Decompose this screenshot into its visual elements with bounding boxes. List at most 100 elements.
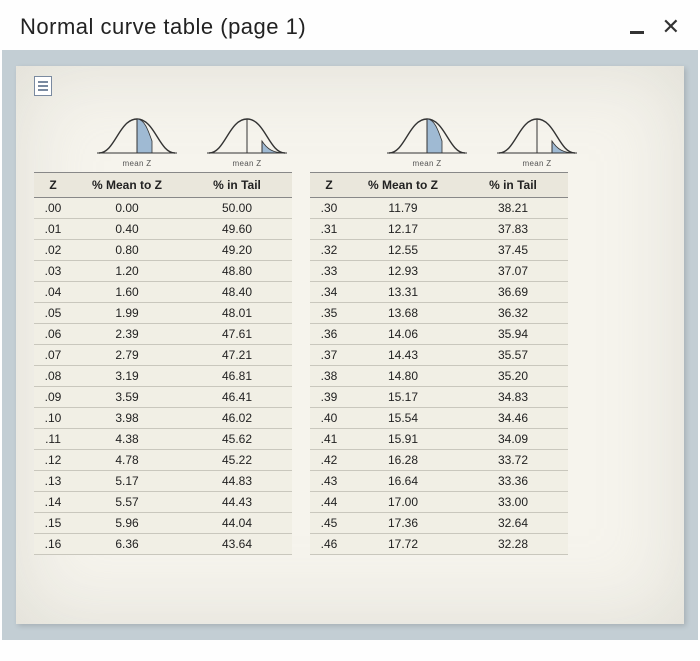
table-row: .3413.3136.69 xyxy=(310,282,568,303)
header-mean: % Mean to Z xyxy=(348,173,458,198)
cell-tail: 46.81 xyxy=(182,366,292,387)
cell-tail: 33.00 xyxy=(458,492,568,513)
window-title: Normal curve table (page 1) xyxy=(20,14,306,40)
table-row: .145.5744.43 xyxy=(34,492,292,513)
cell-mean: 17.36 xyxy=(348,513,458,534)
cell-tail: 34.83 xyxy=(458,387,568,408)
cell-mean: 1.99 xyxy=(72,303,182,324)
cell-z: .12 xyxy=(34,450,72,471)
cell-z: .37 xyxy=(310,345,348,366)
cell-z: .42 xyxy=(310,450,348,471)
cell-mean: 15.91 xyxy=(348,429,458,450)
cell-z: .02 xyxy=(34,240,72,261)
window-controls: ✕ xyxy=(630,14,680,40)
header-mean: % Mean to Z xyxy=(72,173,182,198)
cell-tail: 35.94 xyxy=(458,324,568,345)
cell-mean: 0.00 xyxy=(72,198,182,219)
cell-z: .32 xyxy=(310,240,348,261)
cell-tail: 37.07 xyxy=(458,261,568,282)
cell-tail: 36.32 xyxy=(458,303,568,324)
table-row: .4517.3632.64 xyxy=(310,513,568,534)
cell-mean: 2.79 xyxy=(72,345,182,366)
header-tail: % in Tail xyxy=(458,173,568,198)
table-row: .103.9846.02 xyxy=(34,408,292,429)
cell-mean: 12.93 xyxy=(348,261,458,282)
cell-z: .44 xyxy=(310,492,348,513)
cell-tail: 32.28 xyxy=(458,534,568,555)
cell-tail: 47.61 xyxy=(182,324,292,345)
cell-mean: 5.96 xyxy=(72,513,182,534)
cell-z: .13 xyxy=(34,471,72,492)
cell-mean: 4.78 xyxy=(72,450,182,471)
cell-z: .30 xyxy=(310,198,348,219)
cell-z: .07 xyxy=(34,345,72,366)
cell-mean: 4.38 xyxy=(72,429,182,450)
window: Normal curve table (page 1) ✕ m xyxy=(0,0,700,661)
cell-mean: 14.06 xyxy=(348,324,458,345)
cell-z: .40 xyxy=(310,408,348,429)
cell-mean: 2.39 xyxy=(72,324,182,345)
cell-z: .10 xyxy=(34,408,72,429)
table-row: .051.9948.01 xyxy=(34,303,292,324)
minimize-icon[interactable] xyxy=(630,14,644,40)
table-row: .041.6048.40 xyxy=(34,282,292,303)
curve-label: mean Z xyxy=(82,159,192,168)
table-row: .124.7845.22 xyxy=(34,450,292,471)
close-icon[interactable]: ✕ xyxy=(662,14,680,40)
cell-z: .05 xyxy=(34,303,72,324)
cell-mean: 11.79 xyxy=(348,198,458,219)
cell-tail: 44.43 xyxy=(182,492,292,513)
cell-mean: 13.68 xyxy=(348,303,458,324)
cell-mean: 14.43 xyxy=(348,345,458,366)
table-row: .135.1744.83 xyxy=(34,471,292,492)
page-icon-row xyxy=(34,76,666,104)
cell-z: .35 xyxy=(310,303,348,324)
cell-mean: 3.59 xyxy=(72,387,182,408)
cell-mean: 13.31 xyxy=(348,282,458,303)
table-row: .3212.5537.45 xyxy=(310,240,568,261)
cell-z: .38 xyxy=(310,366,348,387)
titlebar: Normal curve table (page 1) ✕ xyxy=(0,0,700,50)
cell-tail: 33.36 xyxy=(458,471,568,492)
cell-mean: 6.36 xyxy=(72,534,182,555)
table-row: .4015.5434.46 xyxy=(310,408,568,429)
cell-mean: 12.17 xyxy=(348,219,458,240)
cell-mean: 3.98 xyxy=(72,408,182,429)
table-row: .4417.0033.00 xyxy=(310,492,568,513)
curve-label: mean Z xyxy=(482,159,592,168)
table-header-row: Z % Mean to Z % in Tail xyxy=(310,173,568,198)
cell-tail: 34.46 xyxy=(458,408,568,429)
cell-z: .33 xyxy=(310,261,348,282)
cell-z: .36 xyxy=(310,324,348,345)
cell-mean: 5.57 xyxy=(72,492,182,513)
curve-in-tail-left: mean Z xyxy=(192,115,302,168)
cell-tail: 34.09 xyxy=(458,429,568,450)
cell-z: .15 xyxy=(34,513,72,534)
table-row: .093.5946.41 xyxy=(34,387,292,408)
table-header-row: Z % Mean to Z % in Tail xyxy=(34,173,292,198)
cell-mean: 15.17 xyxy=(348,387,458,408)
table-row: .000.0050.00 xyxy=(34,198,292,219)
cell-z: .11 xyxy=(34,429,72,450)
cell-z: .06 xyxy=(34,324,72,345)
cell-z: .16 xyxy=(34,534,72,555)
cell-tail: 36.69 xyxy=(458,282,568,303)
cell-mean: 15.54 xyxy=(348,408,458,429)
cell-tail: 50.00 xyxy=(182,198,292,219)
cell-z: .31 xyxy=(310,219,348,240)
cell-tail: 35.20 xyxy=(458,366,568,387)
cell-tail: 33.72 xyxy=(458,450,568,471)
cell-tail: 35.57 xyxy=(458,345,568,366)
table-row: .3714.4335.57 xyxy=(310,345,568,366)
table-row: .4115.9134.09 xyxy=(310,429,568,450)
cell-mean: 16.64 xyxy=(348,471,458,492)
cell-mean: 1.60 xyxy=(72,282,182,303)
cell-tail: 46.02 xyxy=(182,408,292,429)
cell-tail: 45.62 xyxy=(182,429,292,450)
table-row: .3011.7938.21 xyxy=(310,198,568,219)
curve-mean-to-z-left: mean Z xyxy=(82,115,192,168)
tables: Z % Mean to Z % in Tail .000.0050.00.010… xyxy=(34,172,666,555)
table-row: .3915.1734.83 xyxy=(310,387,568,408)
table-row: .062.3947.61 xyxy=(34,324,292,345)
cell-mean: 3.19 xyxy=(72,366,182,387)
